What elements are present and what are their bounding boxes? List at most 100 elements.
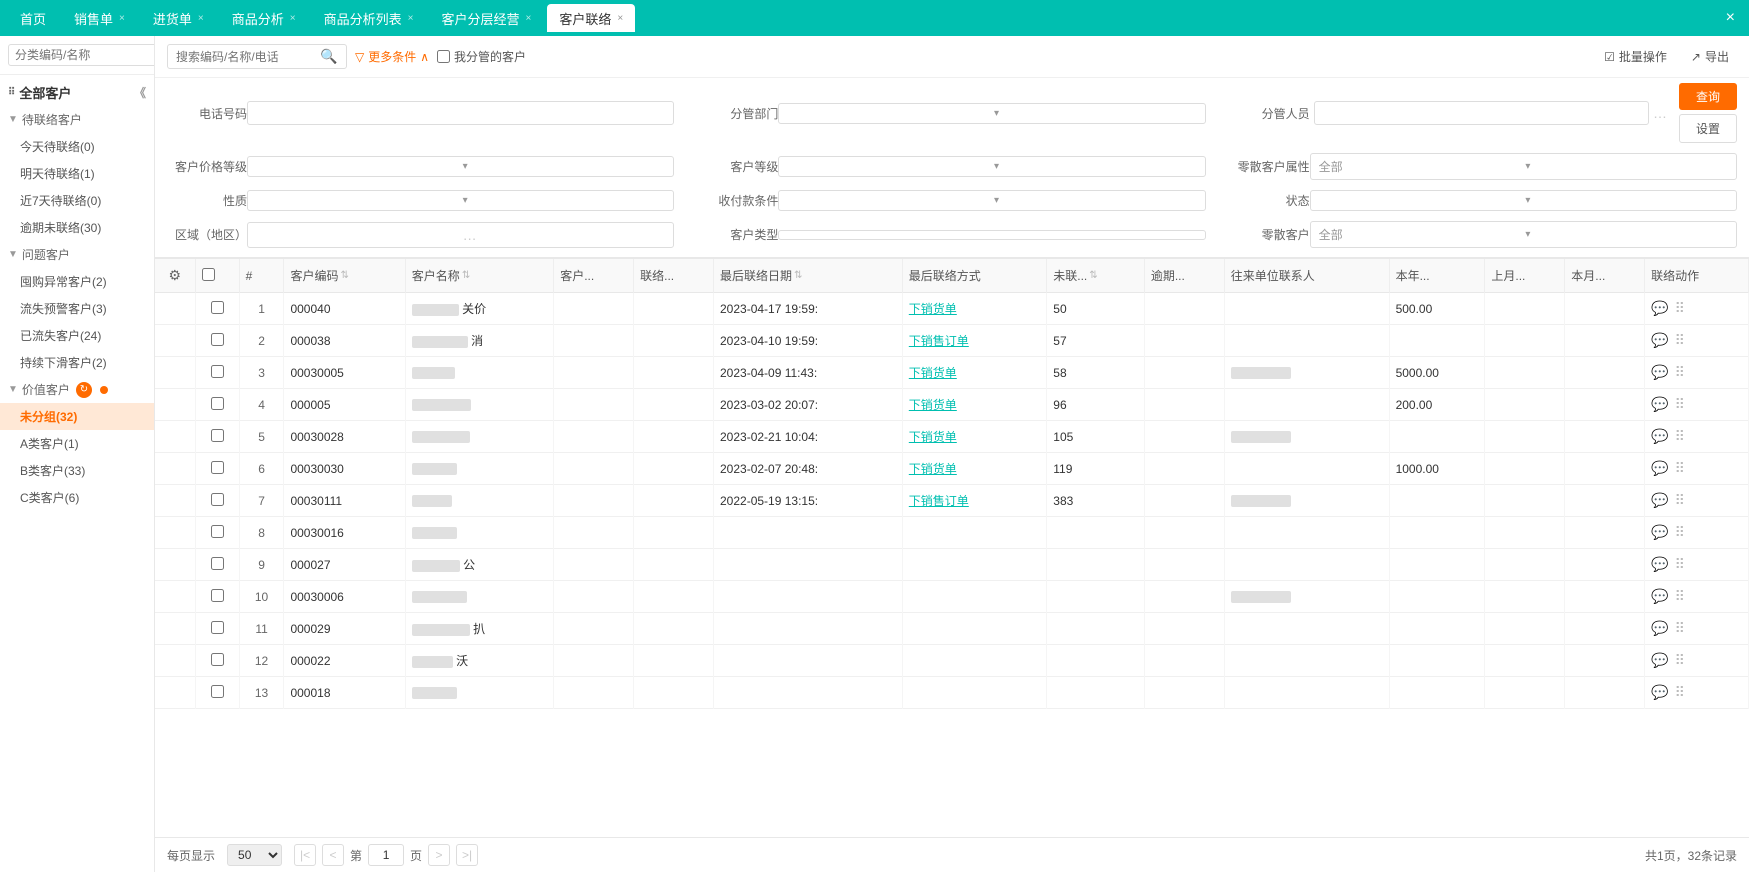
person-input[interactable] [1314,101,1649,125]
sidebar-item-declining[interactable]: 持续下滑客户(2) [0,349,154,376]
contact-method-link[interactable]: 下销货单 [909,430,957,444]
apps-icon[interactable]: ⠿ [1675,652,1685,669]
th-last-contact-date[interactable]: 最后联络日期 ⇅ [714,259,903,293]
close-purchase-tab-icon[interactable]: × [198,13,204,24]
sidebar-group-problem[interactable]: ▼ 问题客户 [0,241,154,268]
sidebar-item-overdue-pending[interactable]: 逾期未联络(30) [0,214,154,241]
nav-tab-customer-contact[interactable]: 客户联络 × [547,4,635,32]
apps-icon[interactable]: ⠿ [1675,620,1685,637]
row-checkbox[interactable] [211,365,224,378]
customer-type-select[interactable] [778,230,1205,240]
apps-icon[interactable]: ⠿ [1675,332,1685,349]
nature-select[interactable]: ▾ [247,190,674,211]
chat-icon[interactable]: 💬 [1651,428,1668,445]
status-select[interactable]: ▾ [1310,190,1737,211]
sidebar-item-class-a[interactable]: A类客户(1) [0,430,154,457]
row-checkbox[interactable] [211,621,224,634]
page-input[interactable] [368,844,404,866]
chat-icon[interactable]: 💬 [1651,524,1668,541]
my-customers-check[interactable] [437,50,450,63]
per-page-select[interactable]: 50 100 200 [227,844,282,866]
contact-method-link[interactable]: 下销货单 [909,366,957,380]
close-product-analysis-tab-icon[interactable]: × [290,13,296,24]
filter-search-input[interactable] [176,50,316,64]
sidebar-all-customers[interactable]: ⠿ 全部客户 《 [0,75,154,106]
sidebar-item-churned[interactable]: 已流失客户(24) [0,322,154,349]
chat-icon[interactable]: 💬 [1651,588,1668,605]
th-name[interactable]: 客户名称 ⇅ [405,259,553,293]
phone-input[interactable] [247,101,674,125]
region-select[interactable]: … [247,222,674,248]
person-more-icon[interactable]: … [1653,105,1667,121]
collapse-sidebar-icon[interactable]: 《 [134,84,146,101]
sidebar-item-unclassified[interactable]: 未分组(32) [0,403,154,430]
apps-icon[interactable]: ⠿ [1675,364,1685,381]
apps-icon[interactable]: ⠿ [1675,396,1685,413]
sidebar-item-tomorrow-pending[interactable]: 明天待联络(1) [0,160,154,187]
row-checkbox[interactable] [211,525,224,538]
retail-customer-select[interactable]: 全部 ▾ [1310,221,1737,248]
apps-icon[interactable]: ⠿ [1675,684,1685,701]
th-code[interactable]: 客户编码 ⇅ [284,259,405,293]
customer-level-select[interactable]: ▾ [778,156,1205,177]
sidebar-item-churn-warning[interactable]: 流失预警客户(3) [0,295,154,322]
reset-button[interactable]: 设置 [1679,114,1737,143]
sidebar-group-pending[interactable]: ▼ 待联络客户 [0,106,154,133]
nav-tab-product-analysis[interactable]: 商品分析 × [220,4,308,32]
select-all-checkbox[interactable] [202,268,215,281]
apps-icon[interactable]: ⠿ [1675,492,1685,509]
chat-icon[interactable]: 💬 [1651,460,1668,477]
apps-icon[interactable]: ⠿ [1675,556,1685,573]
row-checkbox[interactable] [211,685,224,698]
apps-icon[interactable]: ⠿ [1675,428,1685,445]
more-conditions-button[interactable]: ▽ 更多条件 ∧ [355,48,429,65]
chat-icon[interactable]: 💬 [1651,492,1668,509]
nav-tab-sales[interactable]: 销售单 × [62,4,137,32]
sidebar-item-class-b[interactable]: B类客户(33) [0,457,154,484]
contact-method-link[interactable]: 下销货单 [909,462,957,476]
row-checkbox[interactable] [211,493,224,506]
apps-icon[interactable]: ⠿ [1675,588,1685,605]
row-checkbox[interactable] [211,429,224,442]
apps-icon[interactable]: ⠿ [1675,300,1685,317]
close-product-analysis-list-tab-icon[interactable]: × [408,13,414,24]
row-checkbox[interactable] [211,397,224,410]
close-sales-tab-icon[interactable]: × [119,13,125,24]
chat-icon[interactable]: 💬 [1651,364,1668,381]
batch-operation-button[interactable]: ☑ 批量操作 [1596,44,1675,69]
row-checkbox[interactable] [211,589,224,602]
my-customers-checkbox[interactable]: 我分管的客户 [437,48,526,65]
apps-icon[interactable]: ⠿ [1675,524,1685,541]
th-not-contacted[interactable]: 未联... ⇅ [1047,259,1145,293]
chat-icon[interactable]: 💬 [1651,556,1668,573]
dept-select[interactable]: ▾ [778,103,1205,124]
nav-tab-customer-stratification[interactable]: 客户分层经营 × [429,4,543,32]
nav-home[interactable]: 首页 [8,9,58,28]
first-page-button[interactable]: |< [294,844,316,866]
price-level-select[interactable]: ▾ [247,156,674,177]
chat-icon[interactable]: 💬 [1651,396,1668,413]
prev-page-button[interactable]: < [322,844,344,866]
nav-tab-product-analysis-list[interactable]: 商品分析列表 × [312,4,426,32]
sidebar-item-abnormal[interactable]: 囤购异常客户(2) [0,268,154,295]
chat-icon[interactable]: 💬 [1651,620,1668,637]
row-checkbox[interactable] [211,557,224,570]
row-checkbox[interactable] [211,333,224,346]
chat-icon[interactable]: 💬 [1651,332,1668,349]
chat-icon[interactable]: 💬 [1651,684,1668,701]
contact-method-link[interactable]: 下销售订单 [909,494,969,508]
contact-method-link[interactable]: 下销售订单 [909,334,969,348]
row-checkbox[interactable] [211,653,224,666]
chat-icon[interactable]: 💬 [1651,652,1668,669]
settings-icon[interactable]: ⚙ [168,267,181,283]
nav-tab-purchase[interactable]: 进货单 × [141,4,216,32]
sidebar-search-input[interactable] [8,44,155,66]
row-checkbox[interactable] [211,301,224,314]
last-page-button[interactable]: >| [456,844,478,866]
next-page-button[interactable]: > [428,844,450,866]
retail-attr-select[interactable]: 全部 ▾ [1310,153,1737,180]
row-checkbox[interactable] [211,461,224,474]
contact-method-link[interactable]: 下销货单 [909,302,957,316]
sidebar-group-value[interactable]: ▼ 价值客户 ↻ [0,376,154,403]
query-button[interactable]: 查询 [1679,83,1737,110]
